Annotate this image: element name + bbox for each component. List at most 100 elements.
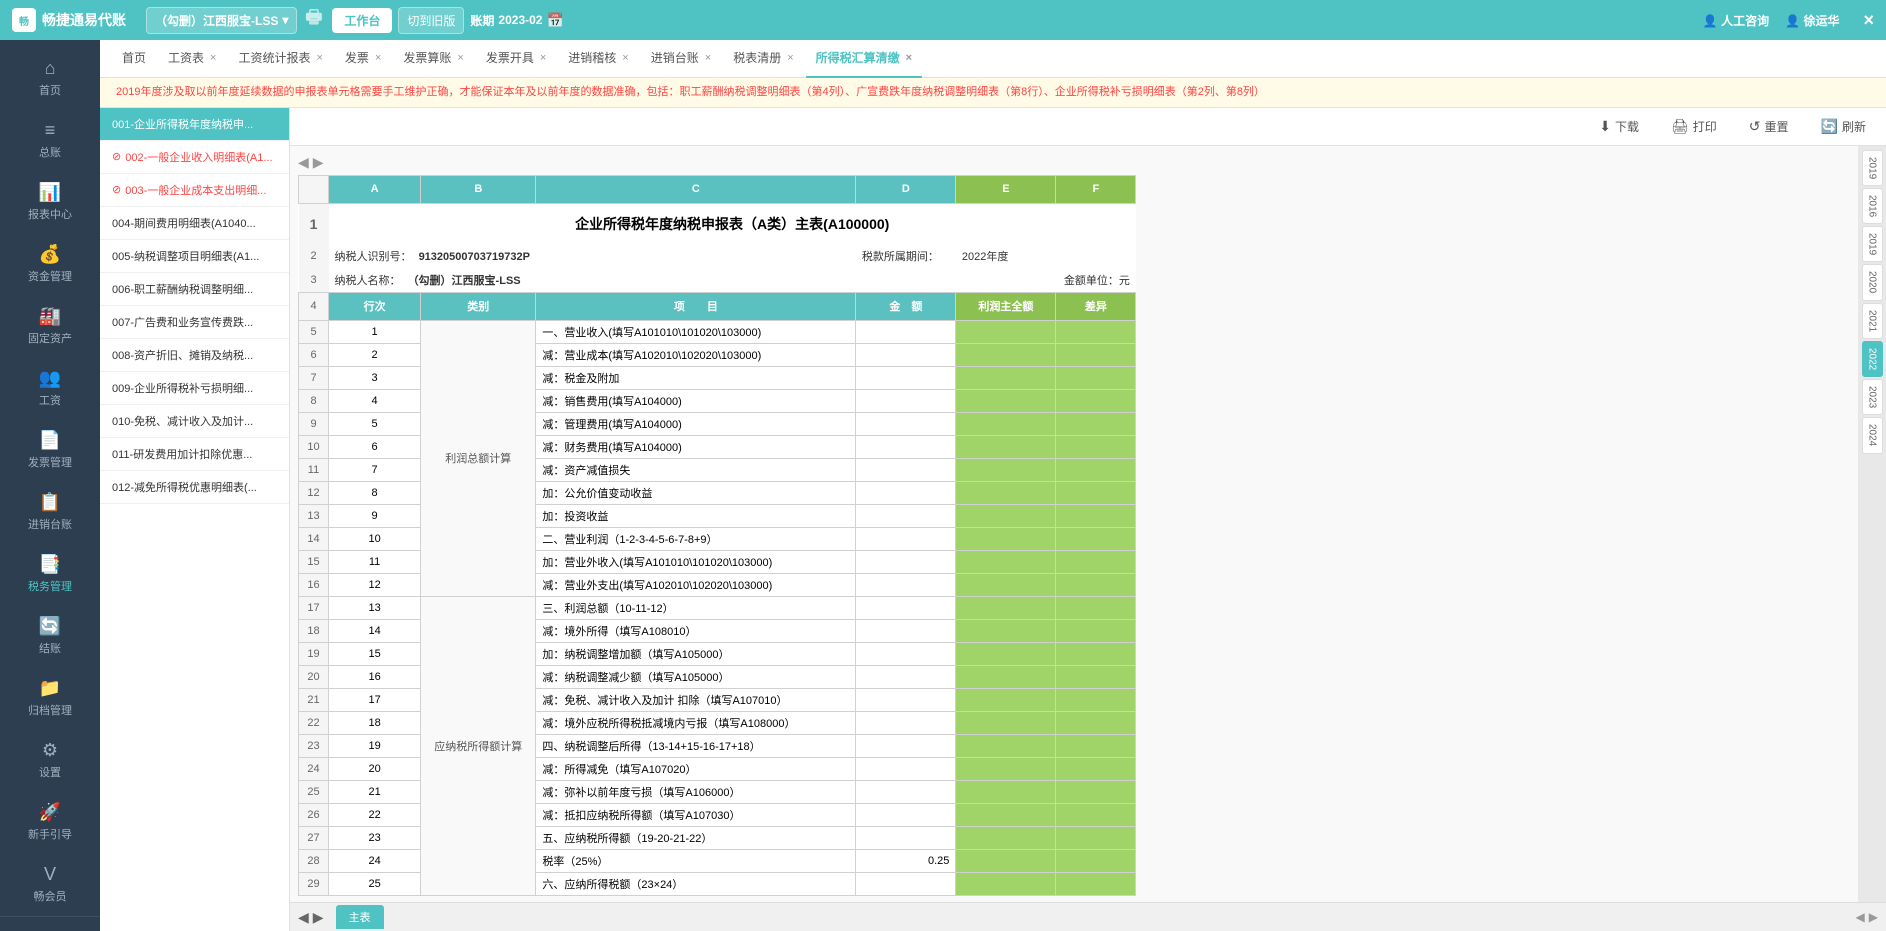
xiangmu-cell[interactable]: 减：营业外支出(填写A102010\102020\103000) bbox=[536, 573, 856, 596]
tab-invoice[interactable]: 发票 × bbox=[335, 40, 391, 78]
nav-prev-icon[interactable]: ◀ bbox=[298, 154, 309, 171]
company-selector[interactable]: （勾删）江西服宝-LSS ▾ bbox=[146, 7, 297, 34]
chay-cell[interactable] bbox=[1056, 665, 1136, 688]
tab-income-tax[interactable]: 所得税汇算清缴 × bbox=[806, 40, 922, 78]
nav-left-icon[interactable]: ◀ bbox=[298, 909, 309, 926]
xiangmu-cell[interactable]: 二、营业利润（1-2-3-4-5-6-7-8+9） bbox=[536, 527, 856, 550]
quane-cell[interactable] bbox=[856, 435, 956, 458]
hangci-cell[interactable]: 15 bbox=[329, 642, 421, 665]
hangci-cell[interactable]: 22 bbox=[329, 803, 421, 826]
xiangmu-cell[interactable]: 减：财务费用(填写A104000) bbox=[536, 435, 856, 458]
quane-cell[interactable] bbox=[856, 642, 956, 665]
hangci-cell[interactable]: 10 bbox=[329, 527, 421, 550]
sidebar-item-reports[interactable]: 📊 报表中心 bbox=[0, 172, 100, 232]
tab-close-icon[interactable]: × bbox=[210, 52, 216, 64]
xiangmu-cell[interactable]: 六、应纳所得税额（23×24） bbox=[536, 872, 856, 895]
xiangmu-cell[interactable]: 减：纳税调整减少额（填写A105000） bbox=[536, 665, 856, 688]
hangci-cell[interactable]: 9 bbox=[329, 504, 421, 527]
xiangmu-cell[interactable]: 减：管理费用(填写A104000) bbox=[536, 412, 856, 435]
tab-sales-audit[interactable]: 进销稽核 × bbox=[558, 40, 638, 78]
chay-cell[interactable] bbox=[1056, 343, 1136, 366]
tab-close-icon[interactable]: × bbox=[787, 52, 793, 64]
year-item-2020[interactable]: 2020 bbox=[1862, 264, 1883, 300]
chay-cell[interactable] bbox=[1056, 734, 1136, 757]
left-panel-item-009[interactable]: 009-企业所得税补亏损明细... bbox=[100, 372, 289, 405]
hangci-cell[interactable]: 4 bbox=[329, 389, 421, 412]
lirun-cell[interactable] bbox=[956, 826, 1056, 849]
download-button[interactable]: ⬇ 下载 bbox=[1591, 114, 1647, 139]
print-icon[interactable]: 🖶 bbox=[305, 5, 322, 35]
xiangmu-cell[interactable]: 减：境外应税所得税抵减境内亏报（填写A108000） bbox=[536, 711, 856, 734]
lirun-cell[interactable] bbox=[956, 665, 1056, 688]
xiangmu-cell[interactable]: 加：营业外收入(填写A101010\101020\103000) bbox=[536, 550, 856, 573]
lirun-cell[interactable] bbox=[956, 435, 1056, 458]
tab-sales-ledger[interactable]: 进销台账 × bbox=[641, 40, 721, 78]
hangci-cell[interactable]: 6 bbox=[329, 435, 421, 458]
sidebar-item-tax[interactable]: 📑 税务管理 bbox=[0, 544, 100, 604]
sidebar-item-funds[interactable]: 💰 资金管理 bbox=[0, 234, 100, 294]
quane-cell[interactable] bbox=[856, 872, 956, 895]
table-row[interactable]: 51利润总额计算一、营业收入(填写A101010\101020\103000) bbox=[299, 320, 1136, 343]
chay-cell[interactable] bbox=[1056, 550, 1136, 573]
chay-cell[interactable] bbox=[1056, 803, 1136, 826]
refresh-button[interactable]: 🔄 刷新 bbox=[1813, 114, 1874, 139]
print-button[interactable]: 🖨 打印 bbox=[1663, 114, 1725, 139]
sidebar-item-assets[interactable]: 🏭 固定资产 bbox=[0, 296, 100, 356]
hangci-cell[interactable]: 13 bbox=[329, 596, 421, 619]
xiangmu-cell[interactable]: 五、应纳税所得额（19-20-21-22） bbox=[536, 826, 856, 849]
xiangmu-cell[interactable]: 减：所得减免（填写A107020） bbox=[536, 757, 856, 780]
hangci-cell[interactable]: 24 bbox=[329, 849, 421, 872]
app-close-button[interactable]: × bbox=[1863, 10, 1874, 31]
h-scroll-bar[interactable]: ◀ ▶ bbox=[1856, 910, 1878, 924]
lirun-cell[interactable] bbox=[956, 619, 1056, 642]
tab-close-icon[interactable]: × bbox=[622, 52, 628, 64]
chay-cell[interactable] bbox=[1056, 435, 1136, 458]
quane-cell[interactable] bbox=[856, 711, 956, 734]
chay-cell[interactable] bbox=[1056, 458, 1136, 481]
year-item-2016[interactable]: 2016 bbox=[1862, 188, 1883, 224]
quane-cell[interactable] bbox=[856, 596, 956, 619]
quane-cell[interactable] bbox=[856, 757, 956, 780]
lirun-cell[interactable] bbox=[956, 527, 1056, 550]
lirun-cell[interactable] bbox=[956, 389, 1056, 412]
hangci-cell[interactable]: 19 bbox=[329, 734, 421, 757]
chay-cell[interactable] bbox=[1056, 504, 1136, 527]
quane-cell[interactable] bbox=[856, 458, 956, 481]
chay-cell[interactable] bbox=[1056, 872, 1136, 895]
hangci-cell[interactable]: 8 bbox=[329, 481, 421, 504]
sidebar-item-sales-ledger[interactable]: 📋 进销台账 bbox=[0, 482, 100, 542]
lirun-cell[interactable] bbox=[956, 412, 1056, 435]
tab-home[interactable]: 首页 bbox=[112, 40, 156, 78]
hangci-cell[interactable]: 5 bbox=[329, 412, 421, 435]
lirun-cell[interactable] bbox=[956, 320, 1056, 343]
chay-cell[interactable] bbox=[1056, 596, 1136, 619]
sidebar-item-settings[interactable]: ⚙ 设置 bbox=[0, 730, 100, 790]
hangci-cell[interactable]: 16 bbox=[329, 665, 421, 688]
tab-close-icon[interactable]: × bbox=[457, 52, 463, 64]
hangci-cell[interactable]: 14 bbox=[329, 619, 421, 642]
lirun-cell[interactable] bbox=[956, 642, 1056, 665]
user-service[interactable]: 👤 人工咨询 bbox=[1703, 12, 1769, 29]
left-panel-item-006[interactable]: 006-职工薪酬纳税调整明细... bbox=[100, 273, 289, 306]
left-panel-item-003[interactable]: ⊘ 003-一般企业成本支出明细... bbox=[100, 174, 289, 207]
hangci-cell[interactable]: 12 bbox=[329, 573, 421, 596]
sidebar-item-invoice-mgmt[interactable]: 📄 发票管理 bbox=[0, 420, 100, 480]
lirun-cell[interactable] bbox=[956, 757, 1056, 780]
xiangmu-cell[interactable]: 加：公允价值变动收益 bbox=[536, 481, 856, 504]
quane-cell[interactable] bbox=[856, 481, 956, 504]
quane-cell[interactable]: 0.25 bbox=[856, 849, 956, 872]
chay-cell[interactable] bbox=[1056, 780, 1136, 803]
chay-cell[interactable] bbox=[1056, 573, 1136, 596]
lirun-cell[interactable] bbox=[956, 849, 1056, 872]
reset-button[interactable]: ↺ 重置 bbox=[1741, 114, 1797, 139]
quane-cell[interactable] bbox=[856, 389, 956, 412]
lirun-cell[interactable] bbox=[956, 458, 1056, 481]
lirun-cell[interactable] bbox=[956, 872, 1056, 895]
lirun-cell[interactable] bbox=[956, 780, 1056, 803]
left-panel-item-004[interactable]: 004-期间费用明细表(A1040... bbox=[100, 207, 289, 240]
hangci-cell[interactable]: 25 bbox=[329, 872, 421, 895]
bottom-tab-main[interactable]: 主表 bbox=[336, 905, 384, 929]
chay-cell[interactable] bbox=[1056, 849, 1136, 872]
pin-button[interactable]: ◀◀ 取消固定 bbox=[24, 925, 76, 931]
xiangmu-cell[interactable]: 四、纳税调整后所得（13-14+15-16-17+18） bbox=[536, 734, 856, 757]
